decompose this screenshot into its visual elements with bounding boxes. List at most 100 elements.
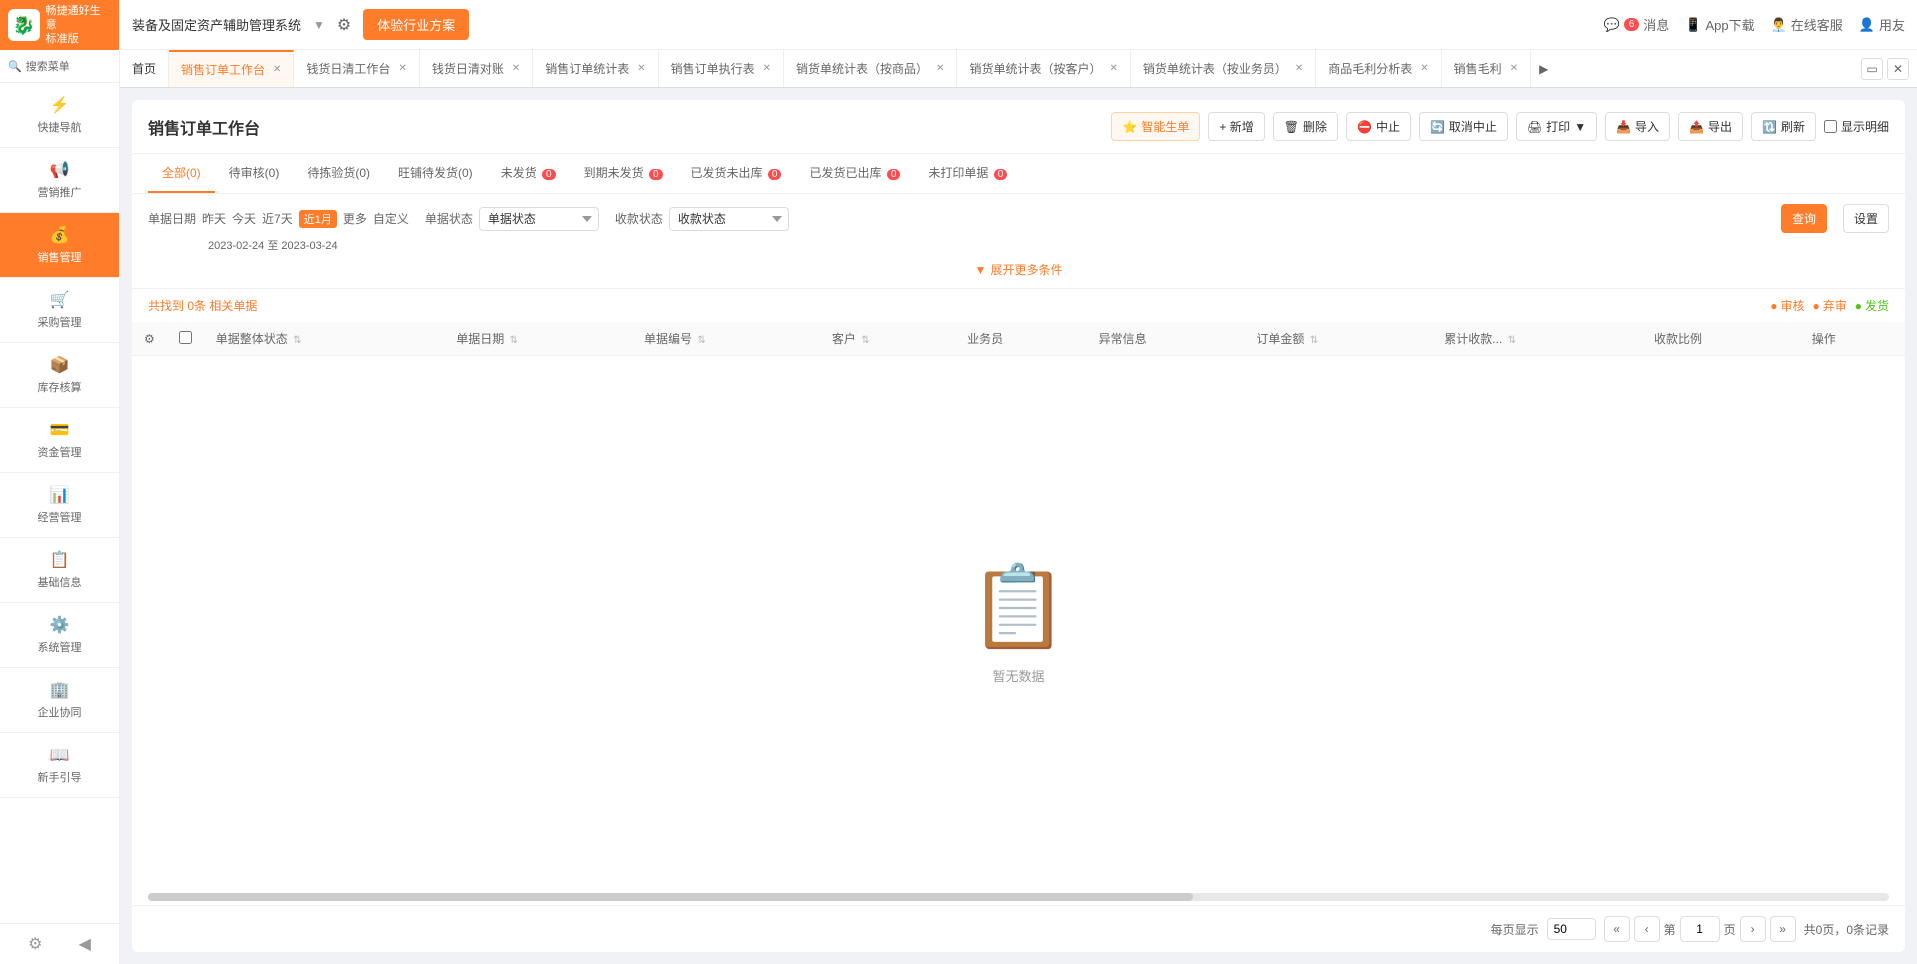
th-checkbox[interactable]	[167, 322, 204, 356]
date-opt-1month[interactable]: 近1月	[299, 210, 337, 228]
last-page-button[interactable]: »	[1770, 916, 1796, 942]
message-button[interactable]: 💬 6 消息	[1604, 15, 1670, 34]
tab-sales-stat[interactable]: 销售订单统计表 ✕	[533, 50, 658, 88]
tab-home[interactable]: 首页	[120, 50, 169, 88]
sidebar-item-base-info[interactable]: 📋 基础信息	[0, 538, 119, 603]
print-button[interactable]: 🖨 打印 ▼	[1516, 112, 1597, 141]
status-select[interactable]: 单据状态	[479, 207, 599, 231]
sidebar-item-purchase[interactable]: 🛒 采购管理	[0, 278, 119, 343]
tab-sales-exec[interactable]: 销售订单执行表 ✕	[659, 50, 784, 88]
page-input[interactable]	[1680, 916, 1720, 942]
tab-cash-reconcile[interactable]: 钱货日清对账 ✕	[420, 50, 533, 88]
date-opt-more[interactable]: 更多	[343, 210, 367, 227]
tab-close-icon[interactable]: ✕	[1510, 63, 1518, 74]
add-button[interactable]: + 新增	[1208, 112, 1264, 141]
subtab-delivered-not-out[interactable]: 已发货未出库 0	[677, 154, 796, 193]
settings-icon[interactable]: ⚙	[28, 934, 42, 954]
query-button[interactable]: 查询	[1781, 204, 1827, 233]
show-detail-input[interactable]	[1824, 120, 1837, 133]
prev-page-button[interactable]: ‹	[1634, 916, 1660, 942]
subtab-pending-inspect[interactable]: 待拣验货(0)	[293, 154, 384, 193]
sort-date-icon[interactable]: ⇅	[510, 335, 518, 346]
sort-amount-icon[interactable]: ⇅	[1310, 335, 1318, 346]
th-settings[interactable]: ⚙	[132, 322, 167, 356]
select-all-checkbox[interactable]	[179, 331, 192, 344]
tab-close-icon[interactable]: ✕	[763, 63, 771, 74]
tab-sales-stat-product[interactable]: 销货单统计表（按商品） ✕	[784, 50, 957, 88]
sidebar-item-system[interactable]: ⚙️ 系统管理	[0, 603, 119, 668]
tab-close-icon[interactable]: ✕	[1295, 63, 1303, 74]
tab-close-icon[interactable]: ✕	[512, 63, 520, 74]
horizontal-scrollbar[interactable]	[148, 893, 1889, 901]
cancel-review-button[interactable]: ● 弃审	[1812, 297, 1846, 314]
tab-close-icon[interactable]: ✕	[398, 63, 406, 74]
deliver-button[interactable]: ● 发货	[1855, 297, 1889, 314]
refresh-button[interactable]: 🔃 刷新	[1751, 112, 1816, 141]
show-detail-checkbox[interactable]: 显示明细	[1824, 118, 1889, 135]
sidebar-item-finance[interactable]: 💳 资金管理	[0, 408, 119, 473]
subtab-not-printed[interactable]: 未打印单据 0	[914, 154, 1021, 193]
sort-collected-icon[interactable]: ⇅	[1508, 335, 1516, 346]
tab-sales-order[interactable]: 销售订单工作台 ✕	[169, 50, 294, 88]
table-toolbar: 共找到 0条 相关单据 ● 审核 ● 弃审	[132, 289, 1905, 322]
subtab-not-delivered[interactable]: 未发货 0	[487, 154, 570, 193]
sidebar-item-sales[interactable]: 💰 销售管理	[0, 213, 119, 278]
next-page-button[interactable]: ›	[1740, 916, 1766, 942]
tab-sales-gross[interactable]: 销售毛利 ✕	[1442, 50, 1531, 88]
horizontal-scroll-thumb[interactable]	[148, 893, 1193, 901]
column-settings-icon[interactable]: ⚙	[144, 332, 155, 346]
tab-more-button[interactable]: ▶	[1531, 50, 1556, 88]
filter-settings-button[interactable]: 设置	[1843, 204, 1889, 233]
cancel-review-label: 弃审	[1823, 297, 1847, 314]
import-button[interactable]: 📥 导入	[1605, 112, 1670, 141]
collapse-icon[interactable]: ◀	[79, 934, 91, 954]
tab-close-icon[interactable]: ✕	[1420, 63, 1428, 74]
date-opt-custom[interactable]: 自定义	[373, 210, 409, 227]
subtab-pending-review[interactable]: 待审核(0)	[215, 154, 294, 193]
app-download-button[interactable]: 📱 App下载	[1685, 15, 1754, 34]
sidebar-item-inventory[interactable]: 📦 库存核算	[0, 343, 119, 408]
sidebar-item-quick-nav[interactable]: ⚡ 快捷导航	[0, 83, 119, 148]
th-amount: 订单金额 ⇅	[1244, 322, 1432, 356]
tab-close-all-button[interactable]: ✕	[1887, 58, 1909, 80]
expand-filter-button[interactable]: ▼ 展开更多条件	[975, 261, 1063, 278]
sidebar-item-operations[interactable]: 📊 经营管理	[0, 473, 119, 538]
tab-profit-analysis[interactable]: 商品毛利分析表 ✕	[1316, 50, 1441, 88]
date-opt-7days[interactable]: 近7天	[262, 210, 293, 227]
subtab-wangpu[interactable]: 旺铺待发货(0)	[384, 154, 487, 193]
smart-create-button[interactable]: ⭐ 智能生单	[1111, 112, 1200, 141]
sidebar-item-guide[interactable]: 📖 新手引导	[0, 733, 119, 798]
delete-button[interactable]: 🗑 删除	[1273, 112, 1338, 141]
subtab-overdue[interactable]: 到期未发货 0	[570, 154, 677, 193]
sort-status-icon[interactable]: ⇅	[293, 335, 301, 346]
date-opt-yesterday[interactable]: 昨天	[202, 210, 226, 227]
cancel-stop-button[interactable]: 🔄 取消中止	[1419, 112, 1508, 141]
online-service-button[interactable]: 👨‍💼 在线客服	[1771, 15, 1843, 34]
user-button[interactable]: 👤 用友	[1859, 15, 1905, 34]
export-button[interactable]: 📤 导出	[1678, 112, 1743, 141]
first-page-button[interactable]: «	[1604, 916, 1630, 942]
tab-restore-button[interactable]: ▭	[1861, 58, 1883, 80]
subtab-all[interactable]: 全部(0)	[148, 154, 215, 193]
sidebar-search[interactable]: 🔍 搜索菜单	[0, 50, 119, 83]
page-size-select[interactable]: 50 10 20 100	[1547, 918, 1596, 940]
subtab-delivered-out[interactable]: 已发货已出库 0	[795, 154, 914, 193]
tab-sales-stat-customer[interactable]: 销货单统计表（按客户） ✕	[957, 50, 1130, 88]
tab-sales-stat-staff[interactable]: 销货单统计表（按业务员） ✕	[1131, 50, 1316, 88]
sidebar-item-marketing[interactable]: 📢 营销推广	[0, 148, 119, 213]
tab-cash-daily[interactable]: 钱货日清工作台 ✕	[294, 50, 419, 88]
tab-close-icon[interactable]: ✕	[273, 64, 281, 75]
tab-close-icon[interactable]: ✕	[936, 63, 944, 74]
payment-select[interactable]: 收款状态	[669, 207, 789, 231]
sidebar-item-corp[interactable]: 🏢 企业协同	[0, 668, 119, 733]
import-icon: 📥	[1616, 120, 1631, 134]
sort-customer-icon[interactable]: ⇅	[861, 335, 869, 346]
sort-number-icon[interactable]: ⇅	[697, 335, 705, 346]
tab-close-icon[interactable]: ✕	[1109, 63, 1117, 74]
tab-close-icon[interactable]: ✕	[637, 63, 645, 74]
trial-button[interactable]: 体验行业方案	[363, 9, 469, 40]
date-opt-today[interactable]: 今天	[232, 210, 256, 227]
review-button[interactable]: ● 审核	[1770, 297, 1804, 314]
stop-button[interactable]: ⛔ 中止	[1346, 112, 1411, 141]
topbar-gear-icon[interactable]: ⚙	[337, 15, 351, 35]
